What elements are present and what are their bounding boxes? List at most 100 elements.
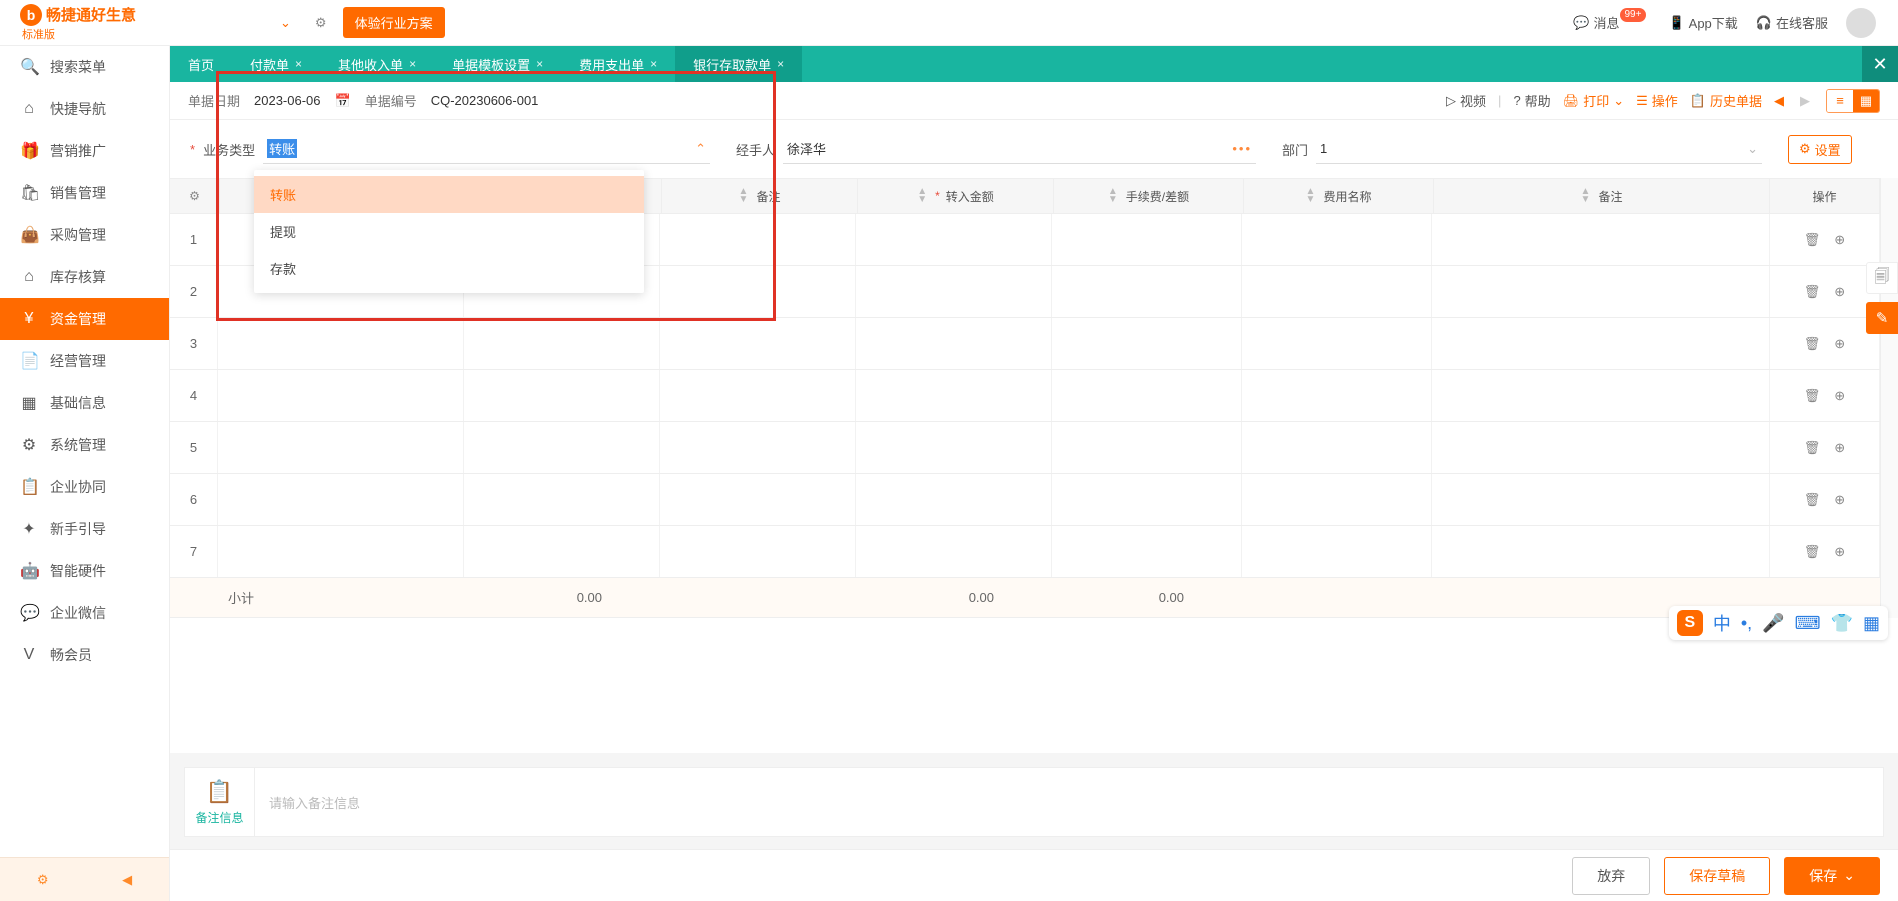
tab-4[interactable]: 费用支出单× bbox=[561, 46, 675, 82]
sidebar-item-3[interactable]: 🛍销售管理 bbox=[0, 172, 169, 214]
sidebar-item-9[interactable]: ⚙系统管理 bbox=[0, 424, 169, 466]
table-row[interactable]: 3🗑⊕ bbox=[170, 318, 1880, 370]
tab-3[interactable]: 单据模板设置× bbox=[434, 46, 561, 82]
close-icon[interactable]: × bbox=[295, 57, 302, 71]
cell[interactable] bbox=[464, 474, 660, 525]
table-row[interactable]: 6🗑⊕ bbox=[170, 474, 1880, 526]
biz-type-option-0[interactable]: 转账 bbox=[254, 176, 644, 213]
cell[interactable] bbox=[660, 266, 856, 317]
delete-row-icon[interactable]: 🗑 bbox=[1804, 284, 1821, 300]
scrollbar[interactable] bbox=[1880, 178, 1898, 618]
cell[interactable] bbox=[1052, 318, 1242, 369]
cell[interactable] bbox=[856, 370, 1052, 421]
save-button[interactable]: 保存⌄ bbox=[1784, 857, 1880, 895]
cell[interactable] bbox=[856, 266, 1052, 317]
rail-button-2[interactable]: ✎ bbox=[1866, 302, 1898, 334]
close-all-tabs-button[interactable]: ✕ bbox=[1862, 46, 1898, 82]
cell[interactable] bbox=[856, 526, 1052, 577]
sidebar-item-11[interactable]: ✦新手引导 bbox=[0, 508, 169, 550]
cell[interactable] bbox=[1052, 474, 1242, 525]
cell[interactable] bbox=[1052, 266, 1242, 317]
cell[interactable] bbox=[660, 474, 856, 525]
cell[interactable] bbox=[1242, 266, 1432, 317]
close-icon[interactable]: × bbox=[409, 57, 416, 71]
col-in-amount[interactable]: ▲▼*转入金额 bbox=[858, 179, 1054, 213]
cell[interactable] bbox=[1432, 318, 1770, 369]
video-link[interactable]: ▷ 视频 bbox=[1446, 91, 1486, 110]
cell[interactable] bbox=[1052, 422, 1242, 473]
delete-row-icon[interactable]: 🗑 bbox=[1804, 492, 1821, 508]
add-row-icon[interactable]: ⊕ bbox=[1834, 388, 1845, 404]
cell[interactable] bbox=[464, 422, 660, 473]
cell[interactable] bbox=[660, 422, 856, 473]
add-row-icon[interactable]: ⊕ bbox=[1834, 284, 1845, 300]
cell[interactable] bbox=[1242, 214, 1432, 265]
sidebar-item-7[interactable]: 📄经营管理 bbox=[0, 340, 169, 382]
cell[interactable] bbox=[856, 318, 1052, 369]
sidebar-item-10[interactable]: 📋企业协同 bbox=[0, 466, 169, 508]
sidebar-item-8[interactable]: ▦基础信息 bbox=[0, 382, 169, 424]
delete-row-icon[interactable]: 🗑 bbox=[1804, 544, 1821, 560]
gear-icon[interactable]: ⚙ bbox=[305, 15, 337, 31]
dept-select[interactable]: 1 ⌄ bbox=[1316, 134, 1762, 164]
remark-input[interactable]: 请输入备注信息 bbox=[255, 768, 1883, 836]
add-row-icon[interactable]: ⊕ bbox=[1834, 544, 1845, 560]
add-row-icon[interactable]: ⊕ bbox=[1834, 492, 1845, 508]
add-row-icon[interactable]: ⊕ bbox=[1834, 232, 1845, 248]
cell[interactable] bbox=[660, 214, 856, 265]
sidebar-item-1[interactable]: ⌂快捷导航 bbox=[0, 88, 169, 130]
help-link[interactable]: ? 帮助 bbox=[1513, 91, 1550, 110]
calendar-icon[interactable]: 📅 bbox=[335, 93, 351, 109]
next-doc-button[interactable]: ▶ bbox=[1800, 93, 1814, 109]
sidebar-item-4[interactable]: 👜采购管理 bbox=[0, 214, 169, 256]
sidebar-item-13[interactable]: 💬企业微信 bbox=[0, 592, 169, 634]
settings-button[interactable]: ⚙ 设置 bbox=[1788, 135, 1852, 164]
biz-type-option-1[interactable]: 提现 bbox=[254, 213, 644, 250]
cell[interactable] bbox=[1432, 266, 1770, 317]
ime-punct-icon[interactable]: •, bbox=[1741, 613, 1752, 634]
cell[interactable] bbox=[1242, 422, 1432, 473]
org-selector[interactable]: ⌄ bbox=[180, 13, 305, 32]
delete-row-icon[interactable]: 🗑 bbox=[1804, 336, 1821, 352]
biz-type-option-2[interactable]: 存款 bbox=[254, 250, 644, 287]
cell[interactable] bbox=[218, 474, 464, 525]
rail-button-1[interactable]: 🗐 bbox=[1866, 262, 1898, 294]
cell[interactable] bbox=[856, 474, 1052, 525]
sidebar-item-5[interactable]: ⌂库存核算 bbox=[0, 256, 169, 298]
table-row[interactable]: 7🗑⊕ bbox=[170, 526, 1880, 578]
history-button[interactable]: 📋 历史单据 bbox=[1690, 91, 1762, 110]
print-button[interactable]: 🖨 打印 ⌄ bbox=[1563, 91, 1624, 110]
cell[interactable] bbox=[464, 318, 660, 369]
sidebar-item-2[interactable]: 🎁营销推广 bbox=[0, 130, 169, 172]
messages-button[interactable]: 💬 消息 99+ bbox=[1573, 13, 1650, 32]
discard-button[interactable]: 放弃 bbox=[1572, 857, 1650, 895]
cell[interactable] bbox=[464, 526, 660, 577]
cell[interactable] bbox=[464, 370, 660, 421]
cell[interactable] bbox=[1432, 214, 1770, 265]
card-view-icon[interactable]: ▦ bbox=[1853, 90, 1879, 112]
cell[interactable] bbox=[856, 422, 1052, 473]
ime-keyboard-icon[interactable]: ⌨ bbox=[1795, 613, 1821, 634]
cell[interactable] bbox=[1242, 318, 1432, 369]
ime-skin-icon[interactable]: 👕 bbox=[1831, 613, 1853, 634]
tab-0[interactable]: 首页 bbox=[170, 46, 232, 82]
ime-menu-icon[interactable]: ▦ bbox=[1863, 613, 1880, 634]
biz-type-select[interactable]: 转账 ⌃ bbox=[263, 134, 710, 164]
cell[interactable] bbox=[218, 318, 464, 369]
cell[interactable] bbox=[218, 526, 464, 577]
cell[interactable] bbox=[660, 526, 856, 577]
cell[interactable] bbox=[1432, 526, 1770, 577]
sidebar-item-0[interactable]: 🔍搜索菜单 bbox=[0, 46, 169, 88]
close-icon[interactable]: × bbox=[777, 57, 784, 71]
operate-button[interactable]: ☰ 操作 bbox=[1636, 91, 1678, 110]
cell[interactable] bbox=[1242, 370, 1432, 421]
industry-plan-button[interactable]: 体验行业方案 bbox=[343, 7, 445, 38]
cell[interactable] bbox=[856, 214, 1052, 265]
col-fee-name[interactable]: ▲▼费用名称 bbox=[1244, 179, 1434, 213]
list-view-icon[interactable]: ≡ bbox=[1827, 90, 1853, 112]
cell[interactable] bbox=[1242, 474, 1432, 525]
tab-1[interactable]: 付款单× bbox=[232, 46, 320, 82]
tab-5[interactable]: 银行存取款单× bbox=[675, 46, 802, 82]
table-row[interactable]: 5🗑⊕ bbox=[170, 422, 1880, 474]
delete-row-icon[interactable]: 🗑 bbox=[1804, 232, 1821, 248]
